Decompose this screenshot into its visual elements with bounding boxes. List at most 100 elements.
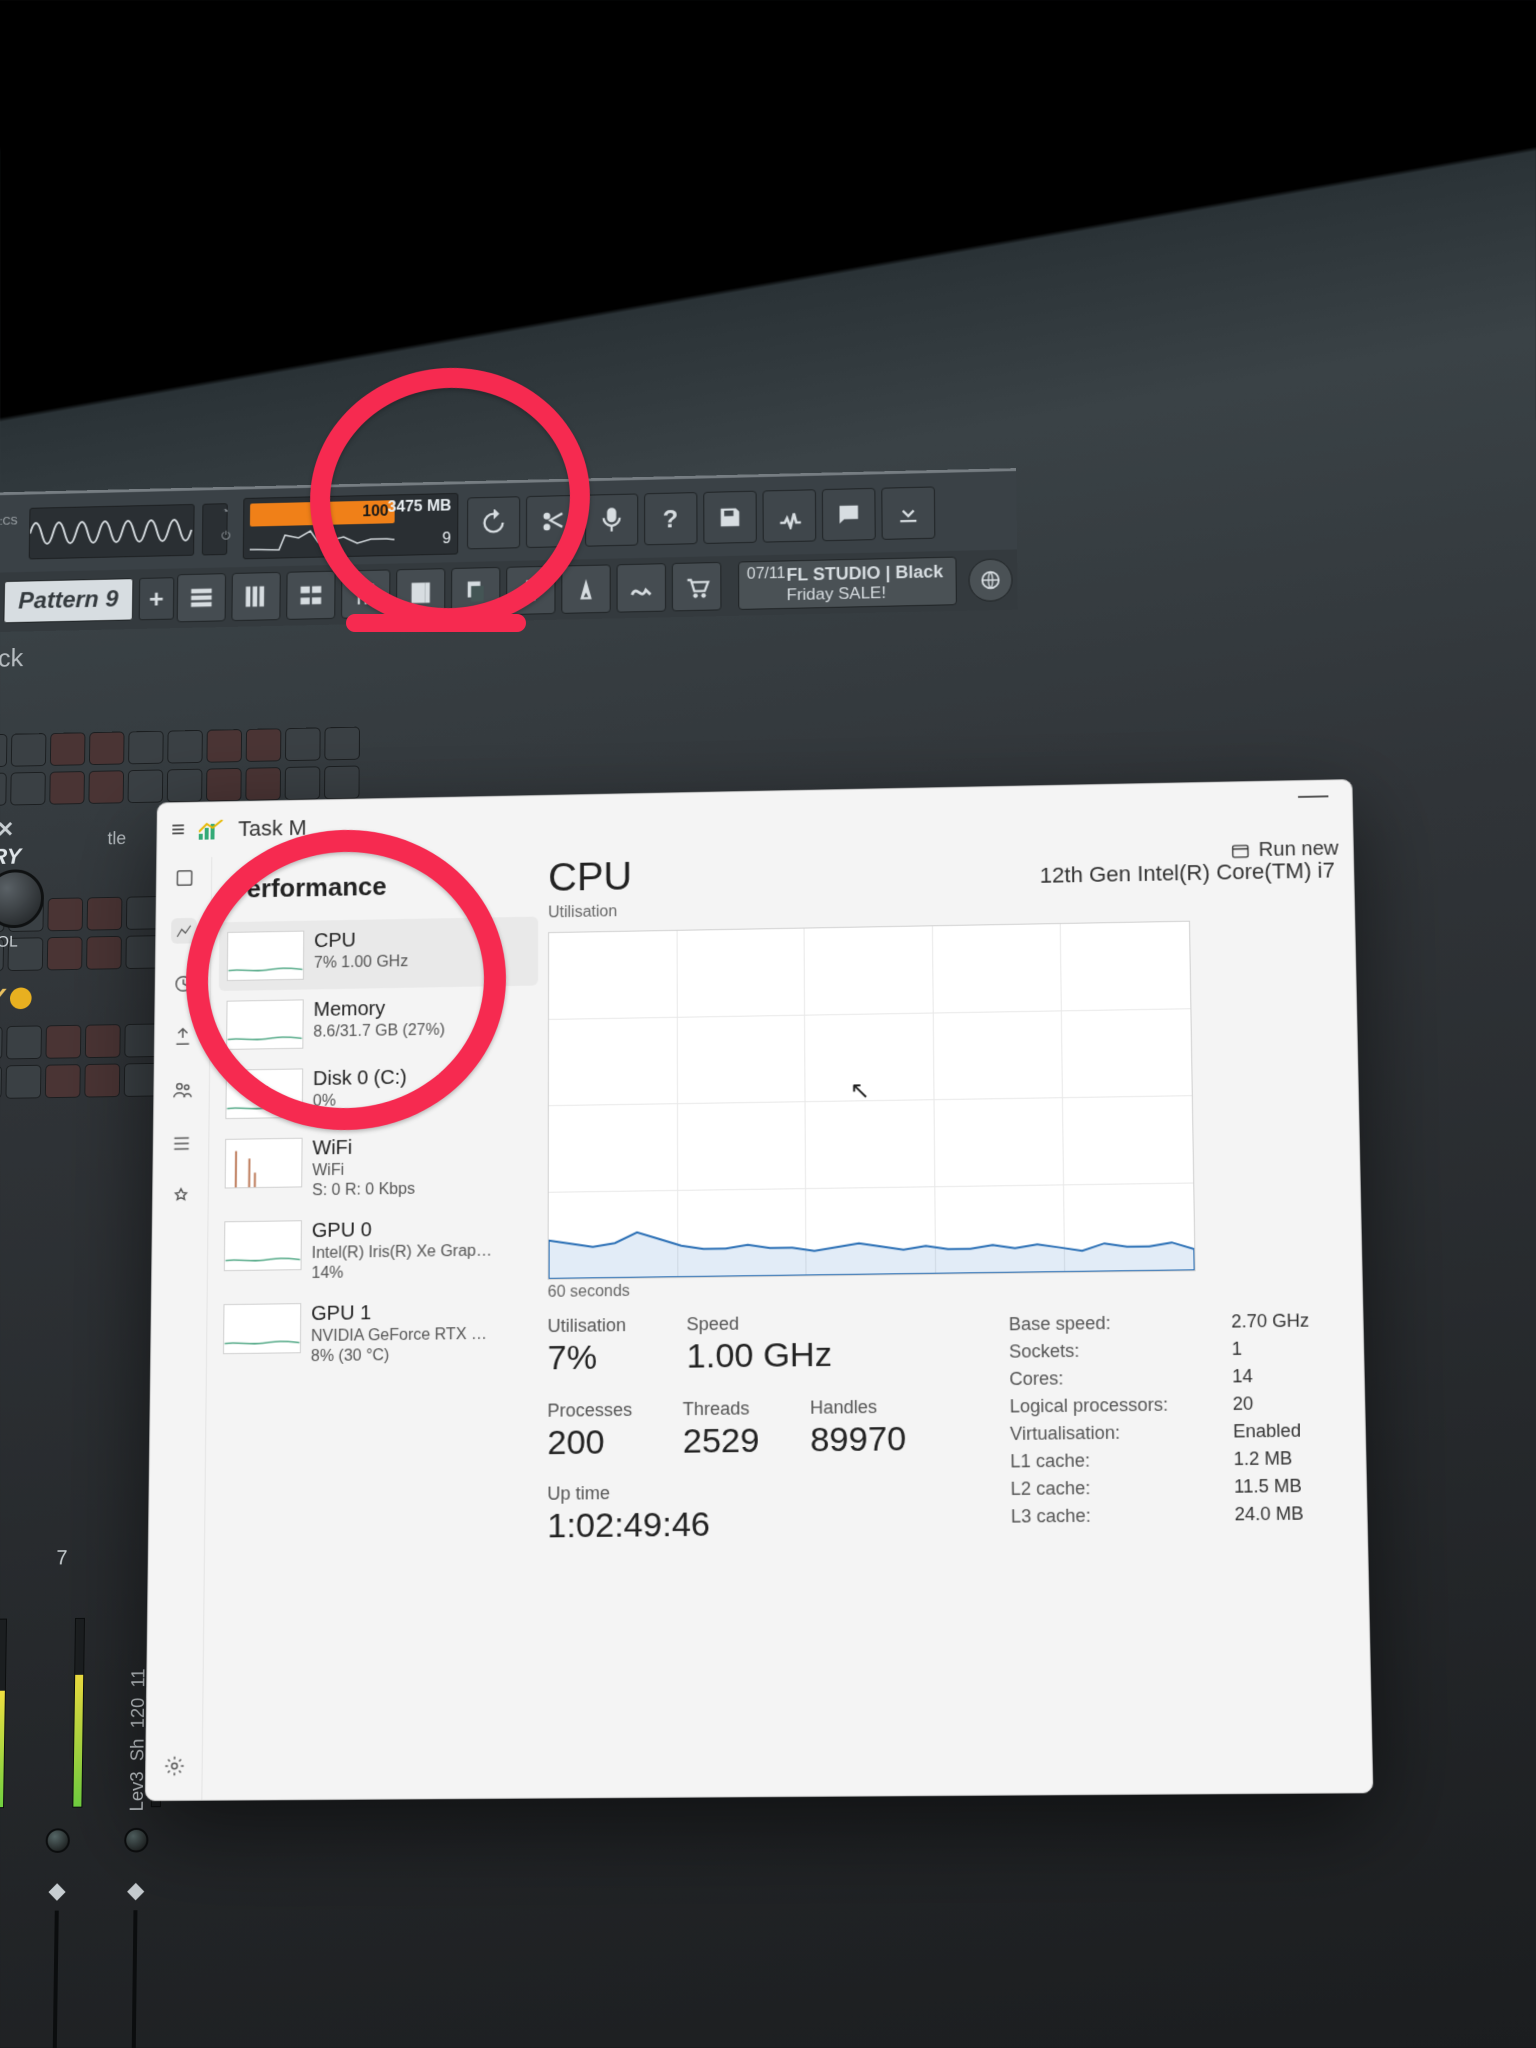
view-channelrack-button[interactable] — [286, 571, 335, 620]
step-cell[interactable] — [0, 1026, 3, 1060]
view-pianoroll-button[interactable] — [231, 572, 280, 621]
step-cell[interactable] — [50, 732, 86, 766]
fl-account-button[interactable] — [968, 558, 1012, 602]
step-cell[interactable] — [11, 733, 47, 767]
step-cell[interactable] — [88, 770, 124, 804]
undo-history-button[interactable] — [467, 496, 520, 549]
step-cell[interactable] — [89, 731, 125, 765]
spec-row: L2 cache:11.5 MB — [1010, 1472, 1347, 1503]
perf-thumb — [224, 1220, 302, 1271]
perf-item-title: WiFi — [312, 1136, 415, 1160]
run-new-icon — [1230, 841, 1251, 861]
save-button[interactable] — [703, 490, 757, 543]
view-browser-button[interactable] — [396, 568, 445, 617]
fx-plugin-name: ELAY — [0, 982, 32, 1014]
waveform-preview[interactable] — [28, 503, 194, 559]
stat-speed-label: Speed — [687, 1312, 832, 1335]
hamburger-icon[interactable]: ≡ — [171, 817, 185, 845]
step-cell[interactable] — [246, 728, 282, 762]
step-cell[interactable] — [10, 772, 46, 806]
record-mic-button[interactable] — [585, 493, 638, 546]
performance-tab-icon[interactable] — [171, 918, 197, 944]
fl-cpu-panel[interactable]: 100 3475 MB 9 — [243, 492, 459, 558]
close-icon[interactable]: ✕ — [0, 817, 14, 843]
step-cell[interactable] — [45, 1025, 81, 1059]
stat-speed-value: 1.00 GHz — [687, 1336, 832, 1377]
users-tab-icon[interactable] — [169, 1077, 195, 1103]
tempo-tap-button[interactable] — [561, 564, 610, 613]
step-cell[interactable] — [128, 731, 164, 765]
step-cell[interactable] — [6, 1025, 42, 1059]
fader-handle[interactable] — [127, 1883, 144, 1900]
copy-button[interactable] — [451, 567, 500, 616]
view-playlist-button[interactable] — [176, 573, 225, 622]
perf-item-sub-a: NVIDIA GeForce RTX … — [311, 1326, 487, 1346]
spec-row: Logical processors:20 — [1010, 1389, 1346, 1420]
step-cell[interactable] — [167, 769, 203, 803]
app-history-tab-icon[interactable] — [170, 971, 196, 997]
step-cell[interactable] — [285, 727, 321, 761]
fl-cpu-history-graph — [249, 527, 394, 553]
details-tab-icon[interactable] — [168, 1130, 194, 1156]
stat-hnd-label: Handles — [810, 1396, 906, 1418]
step-cell[interactable] — [324, 727, 360, 761]
step-cell[interactable] — [324, 766, 360, 800]
step-cell[interactable] — [0, 734, 7, 768]
view-mixer-button[interactable] — [341, 569, 390, 618]
mixer-track[interactable]: 7 — [16, 1547, 100, 2048]
dry-knob[interactable] — [0, 869, 44, 929]
download-button[interactable] — [881, 486, 935, 539]
step-cell[interactable] — [206, 729, 242, 763]
stat-thr-value: 2529 — [683, 1421, 760, 1461]
scripting-button[interactable] — [616, 563, 665, 612]
minimize-button[interactable]: — — [1293, 790, 1334, 814]
track-meter — [0, 1619, 7, 1809]
perf-item-disk-0-c-[interactable]: Disk 0 (C:) 0% — [217, 1055, 538, 1129]
fader-handle[interactable] — [48, 1883, 65, 1900]
fader-track — [53, 1911, 59, 2048]
perf-item-memory[interactable]: Memory 8.6/31.7 GB (27%) — [218, 986, 538, 1060]
step-cell[interactable] — [45, 1064, 81, 1098]
cpu-panel-led-icon: ◔ — [222, 503, 238, 519]
pattern-add-button[interactable]: + — [138, 577, 174, 620]
news-date: 07/11 — [747, 565, 786, 583]
plugin-button[interactable] — [506, 566, 555, 615]
settings-tab-icon[interactable] — [161, 1753, 187, 1780]
perf-item-cpu[interactable]: CPU 7% 1.00 GHz — [219, 917, 538, 991]
step-cell[interactable] — [85, 1024, 121, 1058]
perf-item-wifi[interactable]: WiFi WiFi S: 0 R: 0 Kbps — [217, 1124, 538, 1211]
render-button[interactable] — [762, 489, 816, 542]
step-cell[interactable] — [0, 773, 7, 807]
pattern-selector[interactable]: Pattern 9 — [3, 578, 133, 623]
step-cell[interactable] — [5, 1065, 41, 1099]
spec-row: Sockets:1 — [1009, 1334, 1345, 1366]
spec-key: Logical processors: — [1010, 1394, 1194, 1417]
feedback-button[interactable] — [822, 487, 876, 540]
spec-key: Cores: — [1009, 1367, 1193, 1391]
pan-knob[interactable] — [124, 1828, 148, 1853]
mouse-cursor-icon: ↖ — [850, 1076, 870, 1105]
services-tab-icon[interactable] — [167, 1184, 193, 1210]
tools-scissors-button[interactable] — [526, 494, 579, 547]
transport-time[interactable]: :09: 49 M:S:CS — [0, 504, 22, 567]
step-cell[interactable] — [245, 767, 281, 801]
spec-value: Enabled — [1233, 1420, 1347, 1443]
fl-news-banner[interactable]: 07/11 FL STUDIO | Black Friday SALE! — [738, 557, 957, 610]
track-name — [48, 1608, 51, 1812]
pan-knob[interactable] — [46, 1828, 71, 1853]
step-cell[interactable] — [128, 769, 164, 803]
shop-button[interactable] — [672, 562, 722, 611]
perf-item-gpu-0[interactable]: GPU 0 Intel(R) Iris(R) Xe Grap… 14% — [216, 1207, 538, 1294]
startup-tab-icon[interactable] — [169, 1024, 195, 1050]
step-cell[interactable] — [206, 768, 242, 802]
help-button[interactable]: ? — [644, 492, 697, 545]
step-cell[interactable] — [0, 1065, 2, 1099]
track-number: 6 — [0, 1548, 22, 1572]
perf-item-gpu-1[interactable]: GPU 1 NVIDIA GeForce RTX … 8% (30 °C) — [215, 1290, 538, 1377]
step-cell[interactable] — [285, 766, 321, 800]
step-cell[interactable] — [84, 1063, 120, 1097]
step-cell[interactable] — [49, 771, 85, 805]
processes-tab-icon[interactable] — [171, 865, 197, 891]
step-cell[interactable] — [167, 730, 203, 764]
cpu-utilisation-graph[interactable]: ↖ — [548, 921, 1196, 1280]
